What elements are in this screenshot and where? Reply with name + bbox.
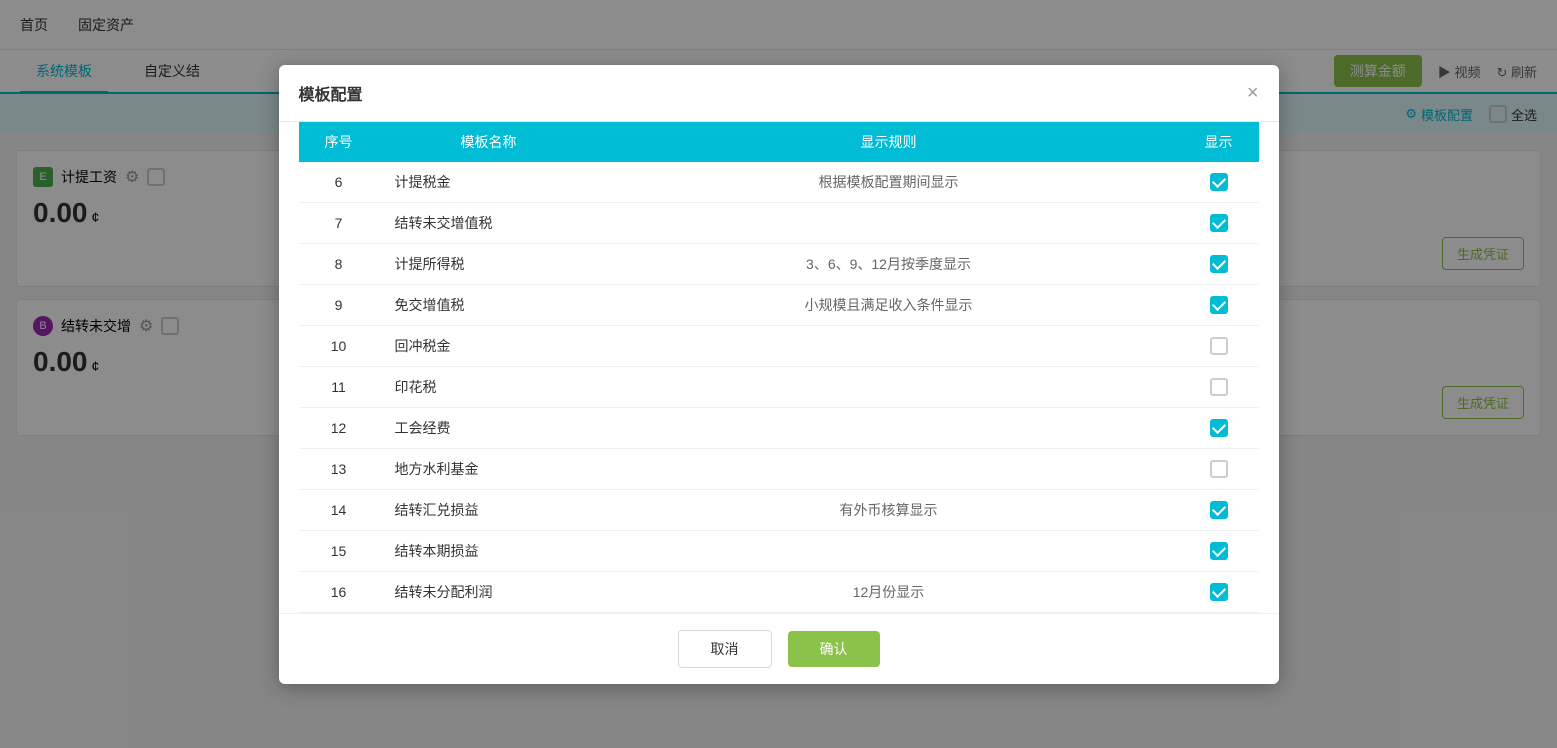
display-checkbox-0[interactable]	[1210, 173, 1228, 191]
modal-title: 模板配置	[299, 81, 363, 105]
table-row: 12工会经费	[299, 407, 1259, 448]
table-head: 序号 模板名称 显示规则 显示	[299, 122, 1259, 162]
cell-display-6	[1179, 407, 1259, 448]
cell-rule-1	[599, 202, 1179, 243]
cell-display-10	[1179, 571, 1259, 612]
modal-body: 序号 模板名称 显示规则 显示 6计提税金根据模板配置期间显示7结转未交增值税8…	[279, 122, 1279, 613]
cell-no-6: 12	[299, 407, 379, 448]
cell-display-1	[1179, 202, 1259, 243]
display-checkbox-2[interactable]	[1210, 255, 1228, 273]
table-row: 7结转未交增值税	[299, 202, 1259, 243]
cell-no-0: 6	[299, 162, 379, 203]
cell-display-8	[1179, 489, 1259, 530]
display-checkbox-8[interactable]	[1210, 501, 1228, 519]
cell-display-4	[1179, 325, 1259, 366]
cell-rule-0: 根据模板配置期间显示	[599, 162, 1179, 203]
cell-name-10: 结转未分配利润	[379, 571, 599, 612]
cell-no-4: 10	[299, 325, 379, 366]
table-row: 13地方水利基金	[299, 448, 1259, 489]
display-checkbox-7[interactable]	[1210, 460, 1228, 478]
cell-display-5	[1179, 366, 1259, 407]
display-checkbox-5[interactable]	[1210, 378, 1228, 396]
display-checkbox-4[interactable]	[1210, 337, 1228, 355]
cell-no-10: 16	[299, 571, 379, 612]
table-row: 6计提税金根据模板配置期间显示	[299, 162, 1259, 203]
cell-name-1: 结转未交增值税	[379, 202, 599, 243]
cell-rule-8: 有外币核算显示	[599, 489, 1179, 530]
cell-rule-4	[599, 325, 1179, 366]
cell-name-4: 回冲税金	[379, 325, 599, 366]
cell-rule-7	[599, 448, 1179, 489]
display-checkbox-9[interactable]	[1210, 542, 1228, 560]
cell-display-3	[1179, 284, 1259, 325]
modal-footer: 取消 确认	[279, 613, 1279, 684]
cell-no-3: 9	[299, 284, 379, 325]
cell-no-1: 7	[299, 202, 379, 243]
cell-name-3: 免交增值税	[379, 284, 599, 325]
cell-display-0	[1179, 162, 1259, 203]
cell-no-9: 15	[299, 530, 379, 571]
cell-rule-9	[599, 530, 1179, 571]
col-header-display: 显示	[1179, 122, 1259, 162]
cell-display-7	[1179, 448, 1259, 489]
cell-name-8: 结转汇兑损益	[379, 489, 599, 530]
cell-name-0: 计提税金	[379, 162, 599, 203]
cell-no-7: 13	[299, 448, 379, 489]
table-row: 16结转未分配利润12月份显示	[299, 571, 1259, 612]
display-checkbox-10[interactable]	[1210, 583, 1228, 601]
col-header-name: 模板名称	[379, 122, 599, 162]
modal-close-button[interactable]: ×	[1247, 83, 1259, 103]
confirm-button[interactable]: 确认	[788, 631, 880, 667]
cell-name-2: 计提所得税	[379, 243, 599, 284]
table-row: 15结转本期损益	[299, 530, 1259, 571]
col-header-no: 序号	[299, 122, 379, 162]
cell-rule-6	[599, 407, 1179, 448]
cell-no-8: 14	[299, 489, 379, 530]
display-checkbox-1[interactable]	[1210, 214, 1228, 232]
cell-rule-3: 小规模且满足收入条件显示	[599, 284, 1179, 325]
cell-rule-5	[599, 366, 1179, 407]
modal-template-config: 模板配置 × 序号 模板名称 显示规则 显示 6计提税金根据模板配置期间显示7结…	[279, 65, 1279, 684]
cell-no-5: 11	[299, 366, 379, 407]
modal-overlay: 模板配置 × 序号 模板名称 显示规则 显示 6计提税金根据模板配置期间显示7结…	[0, 0, 1557, 748]
table-row: 11印花税	[299, 366, 1259, 407]
table-row: 10回冲税金	[299, 325, 1259, 366]
table-row: 8计提所得税3、6、9、12月按季度显示	[299, 243, 1259, 284]
col-header-rule: 显示规则	[599, 122, 1179, 162]
cell-name-9: 结转本期损益	[379, 530, 599, 571]
cancel-button[interactable]: 取消	[678, 630, 772, 668]
cell-display-2	[1179, 243, 1259, 284]
cell-display-9	[1179, 530, 1259, 571]
modal-header: 模板配置 ×	[279, 65, 1279, 122]
cell-rule-10: 12月份显示	[599, 571, 1179, 612]
table-row: 14结转汇兑损益有外币核算显示	[299, 489, 1259, 530]
display-checkbox-6[interactable]	[1210, 419, 1228, 437]
display-checkbox-3[interactable]	[1210, 296, 1228, 314]
cell-name-5: 印花税	[379, 366, 599, 407]
cell-no-2: 8	[299, 243, 379, 284]
cell-name-7: 地方水利基金	[379, 448, 599, 489]
table-row: 9免交增值税小规模且满足收入条件显示	[299, 284, 1259, 325]
config-table: 序号 模板名称 显示规则 显示 6计提税金根据模板配置期间显示7结转未交增值税8…	[299, 122, 1259, 613]
cell-name-6: 工会经费	[379, 407, 599, 448]
cell-rule-2: 3、6、9、12月按季度显示	[599, 243, 1179, 284]
table-body: 6计提税金根据模板配置期间显示7结转未交增值税8计提所得税3、6、9、12月按季…	[299, 162, 1259, 613]
